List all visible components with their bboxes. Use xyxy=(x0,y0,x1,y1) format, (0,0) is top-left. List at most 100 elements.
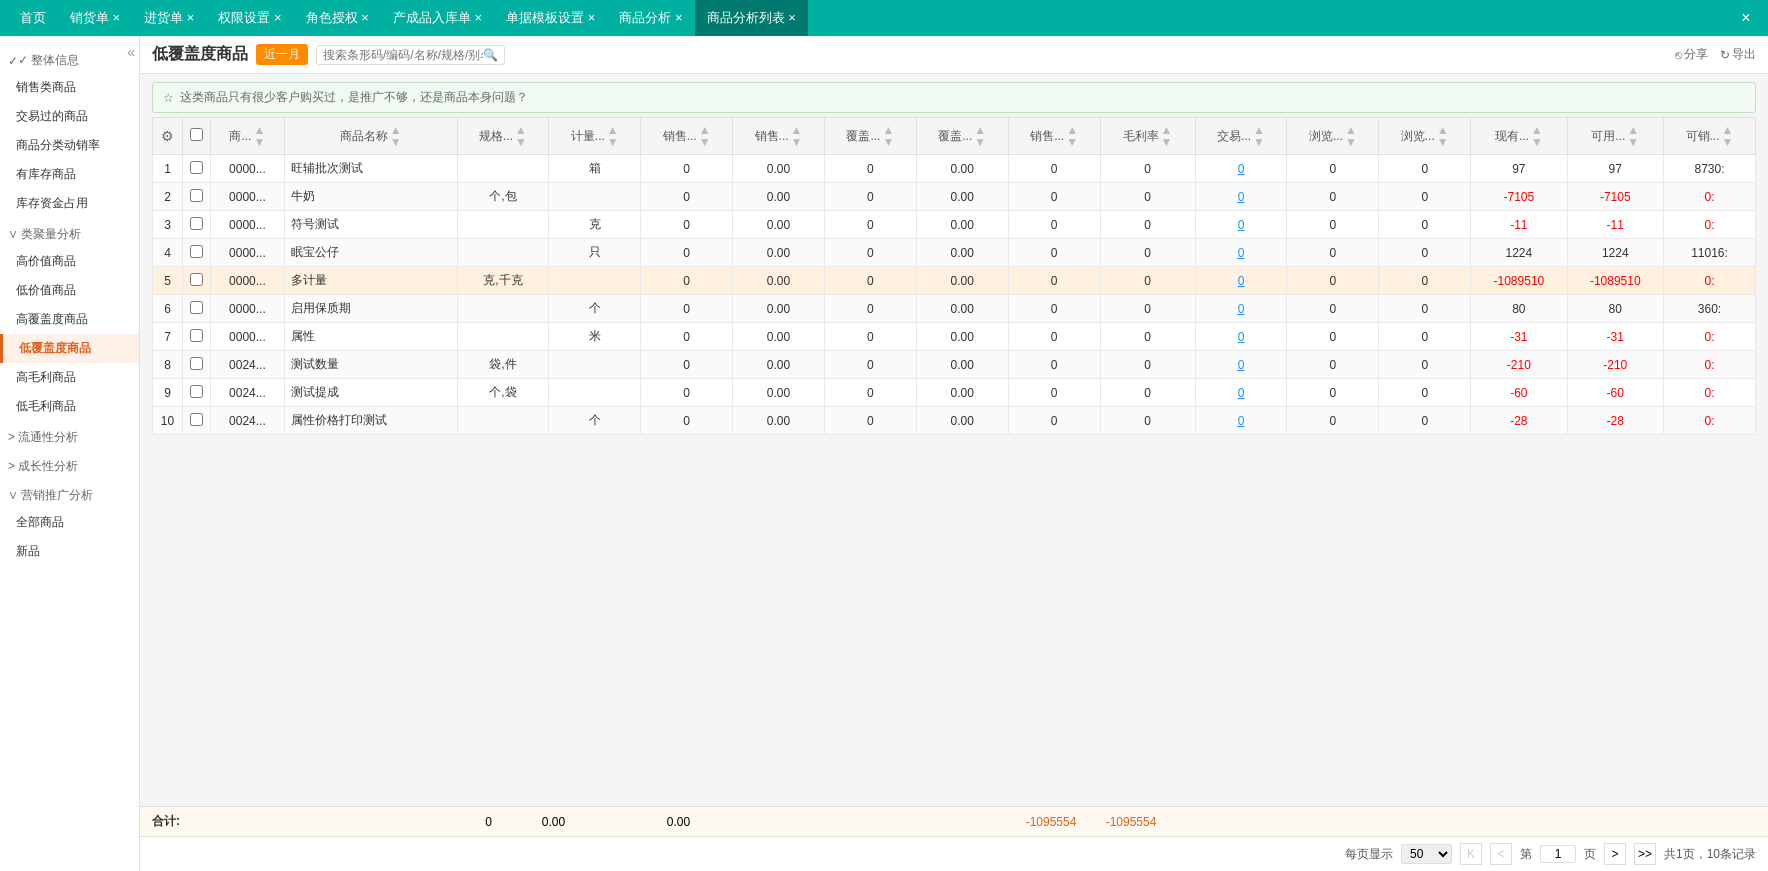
sidebar-group-overall[interactable]: ✓ ✓ 整体信息 xyxy=(0,44,139,73)
sidebar-collapse-button[interactable]: « xyxy=(127,44,135,60)
row-checkbox[interactable] xyxy=(183,407,211,435)
th-sales3[interactable]: 销售...▲▼ xyxy=(1008,118,1100,155)
last-page-button[interactable]: >> xyxy=(1634,843,1656,865)
sidebar-item-low-value[interactable]: 低价值商品 xyxy=(0,276,139,305)
row-spec: 个,袋 xyxy=(457,379,549,407)
nav-item-analysis-list[interactable]: 商品分析列表 × xyxy=(695,0,808,36)
row-checkbox[interactable] xyxy=(183,155,211,183)
row-current: -210 xyxy=(1471,351,1567,379)
sidebar-item-high-value[interactable]: 高价值商品 xyxy=(0,247,139,276)
search-input[interactable] xyxy=(323,48,483,62)
sidebar-group-marketing[interactable]: ∨ 营销推广分析 xyxy=(0,479,139,508)
share-icon: ⎋ xyxy=(1675,48,1682,62)
row-sales3: 0 xyxy=(1008,351,1100,379)
sidebar-item-low-coverage[interactable]: 低覆盖度商品 xyxy=(0,334,139,363)
th-saleable[interactable]: 可销...▲▼ xyxy=(1663,118,1755,155)
sidebar-item-low-margin[interactable]: 低毛利商品 xyxy=(0,392,139,421)
row-num: 7 xyxy=(153,323,183,351)
row-available: 97 xyxy=(1567,155,1663,183)
row-cover1: 0 xyxy=(824,295,916,323)
row-sales2: 0.00 xyxy=(733,351,825,379)
sidebar-item-high-margin[interactable]: 高毛利商品 xyxy=(0,363,139,392)
nav-close-button[interactable]: × xyxy=(1732,4,1760,32)
th-browse1[interactable]: 浏览...▲▼ xyxy=(1287,118,1379,155)
sidebar-item-in-stock[interactable]: 有库存商品 xyxy=(0,160,139,189)
row-spec xyxy=(457,407,549,435)
row-checkbox[interactable] xyxy=(183,267,211,295)
row-current: 80 xyxy=(1471,295,1567,323)
row-num: 4 xyxy=(153,239,183,267)
summary-current: -1095554 xyxy=(1011,815,1091,829)
sidebar-item-inventory-capital[interactable]: 库存资金占用 xyxy=(0,189,139,218)
th-sales1[interactable]: 销售...▲▼ xyxy=(641,118,733,155)
row-browse1: 0 xyxy=(1287,211,1379,239)
per-page-select[interactable]: 20 50 100 xyxy=(1401,844,1452,864)
th-spec[interactable]: 规格...▲▼ xyxy=(457,118,549,155)
th-code[interactable]: 商...▲▼ xyxy=(211,118,285,155)
row-browse1: 0 xyxy=(1287,295,1379,323)
th-margin[interactable]: 毛利率▲▼ xyxy=(1100,118,1195,155)
sidebar-group-cluster[interactable]: ∨ 类聚量分析 xyxy=(0,218,139,247)
sidebar-item-sales-goods[interactable]: 销售类商品 xyxy=(0,73,139,102)
row-margin: 0 xyxy=(1100,351,1195,379)
th-available[interactable]: 可用...▲▼ xyxy=(1567,118,1663,155)
nav-item-templates[interactable]: 单据模板设置 × xyxy=(494,0,607,36)
th-sales2[interactable]: 销售...▲▼ xyxy=(733,118,825,155)
th-cover1[interactable]: 覆盖...▲▼ xyxy=(824,118,916,155)
row-cover2: 0.00 xyxy=(916,407,1008,435)
export-button[interactable]: ↻ 导出 xyxy=(1720,46,1756,63)
th-checkbox[interactable] xyxy=(183,118,211,155)
row-checkbox[interactable] xyxy=(183,295,211,323)
row-unit: 个 xyxy=(549,407,641,435)
row-checkbox[interactable] xyxy=(183,211,211,239)
sidebar-item-all-goods[interactable]: 全部商品 xyxy=(0,508,139,537)
nav-item-analysis[interactable]: 商品分析 × xyxy=(607,0,694,36)
prev-page-button[interactable]: < xyxy=(1490,843,1512,865)
nav-item-products[interactable]: 产成品入库单 × xyxy=(381,0,494,36)
first-page-button[interactable]: K xyxy=(1460,843,1482,865)
current-page-input[interactable] xyxy=(1540,845,1576,863)
sidebar-item-high-coverage[interactable]: 高覆盖度商品 xyxy=(0,305,139,334)
sidebar-group-growth[interactable]: > 成长性分析 xyxy=(0,450,139,479)
settings-icon[interactable]: ⚙ xyxy=(161,128,174,144)
nav-item-home[interactable]: 首页 xyxy=(8,0,58,36)
sidebar-item-traded[interactable]: 交易过的商品 xyxy=(0,102,139,131)
th-current[interactable]: 现有...▲▼ xyxy=(1471,118,1567,155)
row-sales2: 0.00 xyxy=(733,379,825,407)
th-browse2[interactable]: 浏览...▲▼ xyxy=(1379,118,1471,155)
summary-available: -1095554 xyxy=(1091,815,1171,829)
row-cover2: 0.00 xyxy=(916,211,1008,239)
nav-item-permissions[interactable]: 权限设置 × xyxy=(206,0,293,36)
row-browse1: 0 xyxy=(1287,183,1379,211)
pagination-bar: 每页显示 20 50 100 K < 第 页 > >> 共1页，10条记录 xyxy=(140,836,1768,871)
row-checkbox[interactable] xyxy=(183,379,211,407)
share-button[interactable]: ⎋ 分享 xyxy=(1675,46,1708,63)
sidebar-group-circulation[interactable]: > 流通性分析 xyxy=(0,421,139,450)
row-sales3: 0 xyxy=(1008,295,1100,323)
row-sales1: 0 xyxy=(641,183,733,211)
th-unit[interactable]: 计量...▲▼ xyxy=(549,118,641,155)
row-checkbox[interactable] xyxy=(183,351,211,379)
select-all-checkbox[interactable] xyxy=(190,128,203,141)
row-sales2: 0.00 xyxy=(733,323,825,351)
row-checkbox[interactable] xyxy=(183,183,211,211)
content-area: 低覆盖度商品 近一月 🔍 ⎋ 分享 ↻ 导出 ☆ 这类商品只有很少客户购买过，是 xyxy=(140,36,1768,871)
sidebar-item-category-rate[interactable]: 商品分类动销率 xyxy=(0,131,139,160)
nav-item-roles[interactable]: 角色授权 × xyxy=(294,0,381,36)
row-checkbox[interactable] xyxy=(183,239,211,267)
th-settings[interactable]: ⚙ xyxy=(153,118,183,155)
nav-item-purchase[interactable]: 进货单 × xyxy=(132,0,206,36)
row-checkbox[interactable] xyxy=(183,323,211,351)
search-icon[interactable]: 🔍 xyxy=(483,48,498,62)
sidebar-item-new-goods[interactable]: 新品 xyxy=(0,537,139,566)
nav-item-sales[interactable]: 销货单 × xyxy=(58,0,132,36)
th-cover2[interactable]: 覆盖...▲▼ xyxy=(916,118,1008,155)
th-name[interactable]: 商品名称▲▼ xyxy=(284,118,457,155)
row-cover2: 0.00 xyxy=(916,183,1008,211)
table-wrapper[interactable]: ⚙ 商...▲▼ 商品名称▲▼ 规格...▲▼ xyxy=(152,117,1756,806)
row-current: 1224 xyxy=(1471,239,1567,267)
time-filter-button[interactable]: 近一月 xyxy=(256,44,308,65)
next-page-button[interactable]: > xyxy=(1604,843,1626,865)
th-trade[interactable]: 交易...▲▼ xyxy=(1195,118,1287,155)
row-margin: 0 xyxy=(1100,155,1195,183)
